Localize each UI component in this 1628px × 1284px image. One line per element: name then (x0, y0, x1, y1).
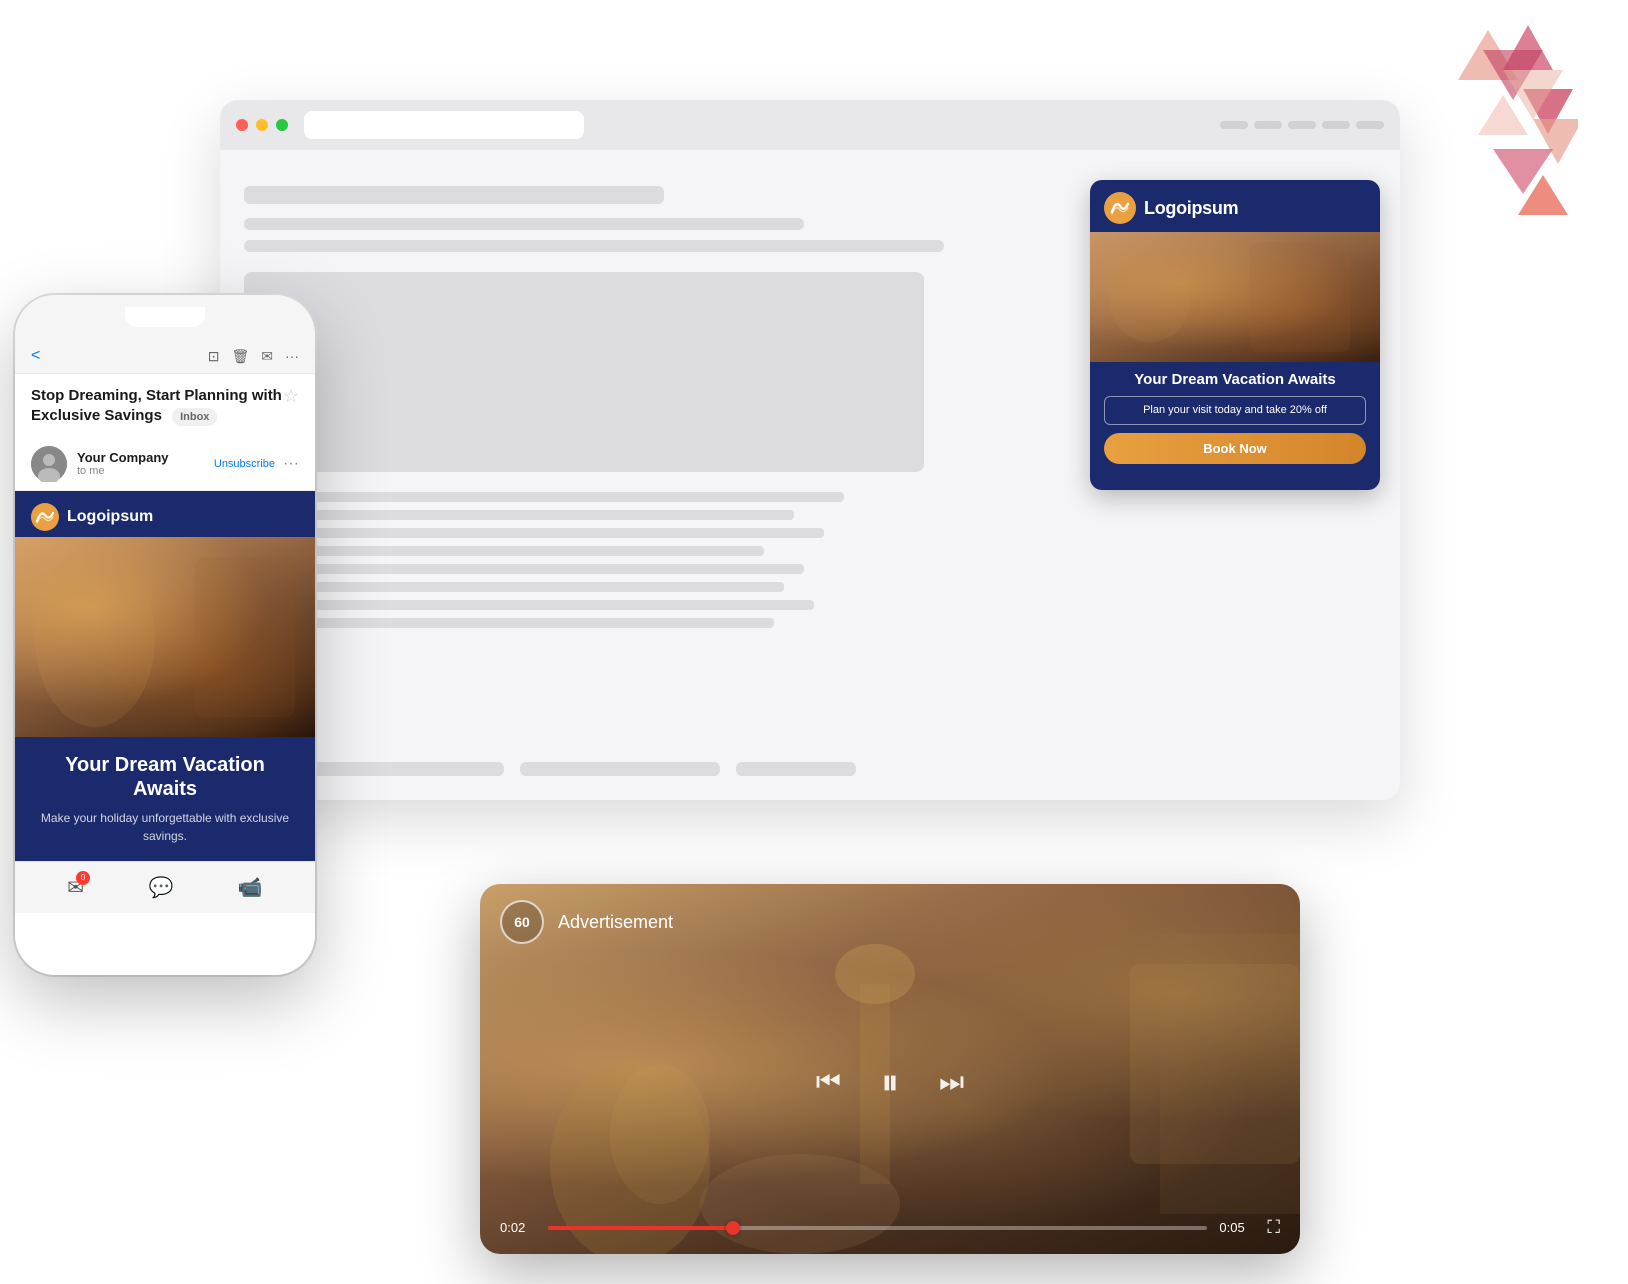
phone-bottom-nav: ✉ 0 💬 📹 (15, 861, 315, 913)
skeleton-content-block (244, 272, 924, 472)
video-skip-back-button[interactable]: ⏮ (816, 1066, 841, 1099)
video-current-time: 0:02 (500, 1220, 536, 1235)
phone-compose-icon[interactable]: ✉ (261, 348, 273, 365)
phone-email-card: Logoipsum Your Dream Vacation Awaits Mak… (15, 491, 315, 861)
ad-logo-text: Logoipsum (1144, 198, 1238, 219)
ad-subtitle-box: Plan your visit today and take 20% off (1104, 396, 1366, 425)
phone-subject-label: Stop Dreaming, Start Planning with Exclu… (31, 387, 282, 424)
phone-status-bar (15, 295, 315, 339)
ad-logo-icon (1104, 192, 1136, 224)
video-background: 60 Advertisement ⏮ ⏸ ⏭ 0:02 0:05 ⛶ (480, 884, 1300, 1254)
video-countdown-timer: 60 (500, 900, 544, 944)
ad-title: Your Dream Vacation Awaits (1104, 370, 1366, 390)
browser-maximize-dot (276, 119, 288, 131)
phone-nav-mail-icon[interactable]: ✉ 0 (67, 875, 84, 900)
phone-logo-text: Logoipsum (67, 508, 153, 526)
video-player: 60 Advertisement ⏮ ⏸ ⏭ 0:02 0:05 ⛶ (480, 884, 1300, 1254)
phone-card-image (15, 537, 315, 737)
phone-unsubscribe-link[interactable]: Unsubscribe (214, 458, 275, 470)
browser-toolbar (220, 100, 1400, 150)
phone-email-header: < ⊡ 🗑 ✉ ··· (15, 339, 315, 374)
phone-card-description: Make your holiday unforgettable with exc… (31, 809, 299, 845)
ad-content-area: Your Dream Vacation Awaits Plan your vis… (1090, 362, 1380, 472)
video-progress-thumb (726, 1221, 740, 1235)
video-top-bar: 60 Advertisement (480, 884, 1300, 960)
ad-room-image (1090, 232, 1380, 362)
phone-email-subject-text: Stop Dreaming, Start Planning with Exclu… (31, 386, 299, 426)
video-skip-forward-button[interactable]: ⏭ (939, 1066, 964, 1099)
browser-minimize-dot (256, 119, 268, 131)
room-decor-phone (15, 537, 315, 737)
room-decor (1090, 232, 1380, 362)
phone-mockup: < ⊡ 🗑 ✉ ··· ☆ Stop Dreaming, Start Plann… (15, 295, 315, 975)
browser-skeleton-content (244, 170, 924, 652)
skeleton-bar (244, 240, 944, 252)
video-pause-button[interactable]: ⏸ (881, 1061, 899, 1104)
phone-archive-icon[interactable]: ⊡ (208, 348, 220, 365)
browser-bottom-skeleton (244, 762, 1380, 776)
ad-book-now-button[interactable]: Book Now (1104, 433, 1366, 464)
phone-sender-avatar (31, 446, 67, 482)
phone-action-icons: ⊡ 🗑 ✉ ··· (208, 348, 299, 365)
video-end-time: 0:05 (1219, 1220, 1255, 1235)
phone-sender-name: Your Company (77, 450, 214, 465)
ad-subtitle: Plan your visit today and take 20% off (1113, 403, 1357, 418)
phone-star-button[interactable]: ☆ (283, 386, 299, 407)
browser-close-dot (236, 119, 248, 131)
skeleton-stripes (244, 492, 924, 628)
phone-back-button[interactable]: < (31, 347, 40, 365)
phone-nav-video-icon[interactable]: 📹 (238, 875, 263, 900)
ad-room-image-inner (1090, 232, 1380, 362)
phone-card-header: Logoipsum (15, 491, 315, 537)
phone-logo-icon (31, 503, 59, 531)
phone-email-subject-area: ☆ Stop Dreaming, Start Planning with Exc… (15, 374, 315, 438)
phone-sender-to: to me (77, 465, 214, 477)
phone-inbox-badge: Inbox (172, 408, 217, 426)
video-progress-fill (548, 1226, 733, 1230)
phone-sender-row: Your Company to me Unsubscribe ··· (15, 438, 315, 491)
video-progress-area: 0:02 0:05 ⛶ (480, 1205, 1300, 1254)
phone-mail-badge: 0 (76, 871, 90, 885)
phone-card-title: Your Dream Vacation Awaits (31, 753, 299, 801)
browser-address-bar (304, 111, 584, 139)
phone-card-content: Your Dream Vacation Awaits Make your hol… (15, 737, 315, 861)
desktop-browser-mockup: Logoipsum Your Dream Vacation Awaits Pla… (220, 100, 1400, 800)
video-overlay: 60 Advertisement ⏮ ⏸ ⏭ 0:02 0:05 ⛶ (480, 884, 1300, 1254)
phone-sender-info: Your Company to me (77, 450, 214, 477)
skeleton-bar (244, 186, 664, 204)
skeleton-bar (736, 762, 856, 776)
browser-nav-dots (1220, 121, 1384, 129)
phone-nav-chat-icon[interactable]: 💬 (148, 875, 173, 900)
video-ad-label: Advertisement (558, 912, 673, 933)
browser-content-area: Logoipsum Your Dream Vacation Awaits Pla… (220, 150, 1400, 800)
phone-delete-icon[interactable]: 🗑 (231, 348, 249, 365)
phone-more-icon[interactable]: ··· (285, 348, 299, 365)
phone-notch (125, 307, 205, 327)
phone-card-image-inner (15, 537, 315, 737)
skeleton-bar (244, 218, 804, 230)
ad-banner: Logoipsum Your Dream Vacation Awaits Pla… (1090, 180, 1380, 490)
video-fullscreen-button[interactable]: ⛶ (1267, 1217, 1280, 1238)
video-progress-track[interactable] (548, 1226, 1207, 1230)
ad-banner-header: Logoipsum (1090, 180, 1380, 232)
avatar-icon (31, 446, 67, 482)
skeleton-bar (520, 762, 720, 776)
phone-more-options-button[interactable]: ··· (283, 455, 299, 473)
video-controls: ⏮ ⏸ ⏭ (480, 960, 1300, 1205)
